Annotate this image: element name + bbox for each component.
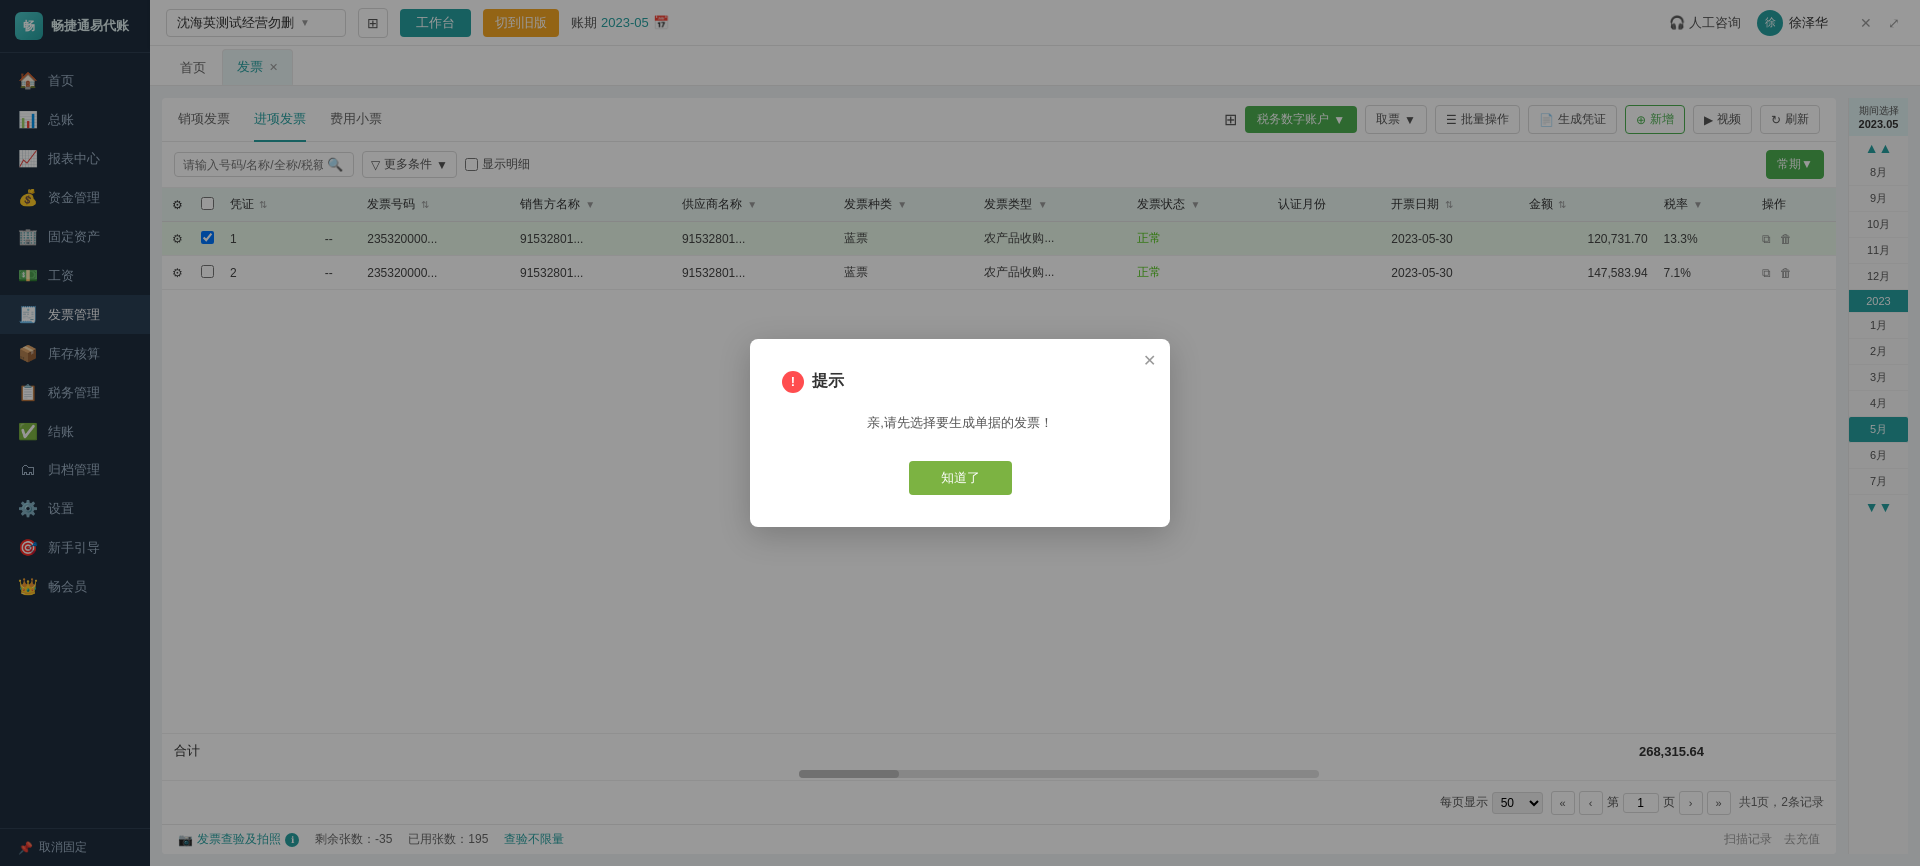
modal-title-row: ! 提示 (782, 371, 1138, 393)
modal-close-button[interactable]: ✕ (1143, 351, 1156, 370)
modal-body: 亲,请先选择要生成单据的发票！ (782, 413, 1138, 434)
modal-ok-button[interactable]: 知道了 (909, 461, 1012, 495)
modal-footer: 知道了 (782, 461, 1138, 495)
modal-dialog: ✕ ! 提示 亲,请先选择要生成单据的发票！ 知道了 (750, 339, 1170, 528)
modal-warning-icon: ! (782, 371, 804, 393)
modal-message: 亲,请先选择要生成单据的发票！ (867, 415, 1053, 430)
modal-overlay: ✕ ! 提示 亲,请先选择要生成单据的发票！ 知道了 (0, 0, 1920, 866)
modal-title-text: 提示 (812, 371, 844, 392)
